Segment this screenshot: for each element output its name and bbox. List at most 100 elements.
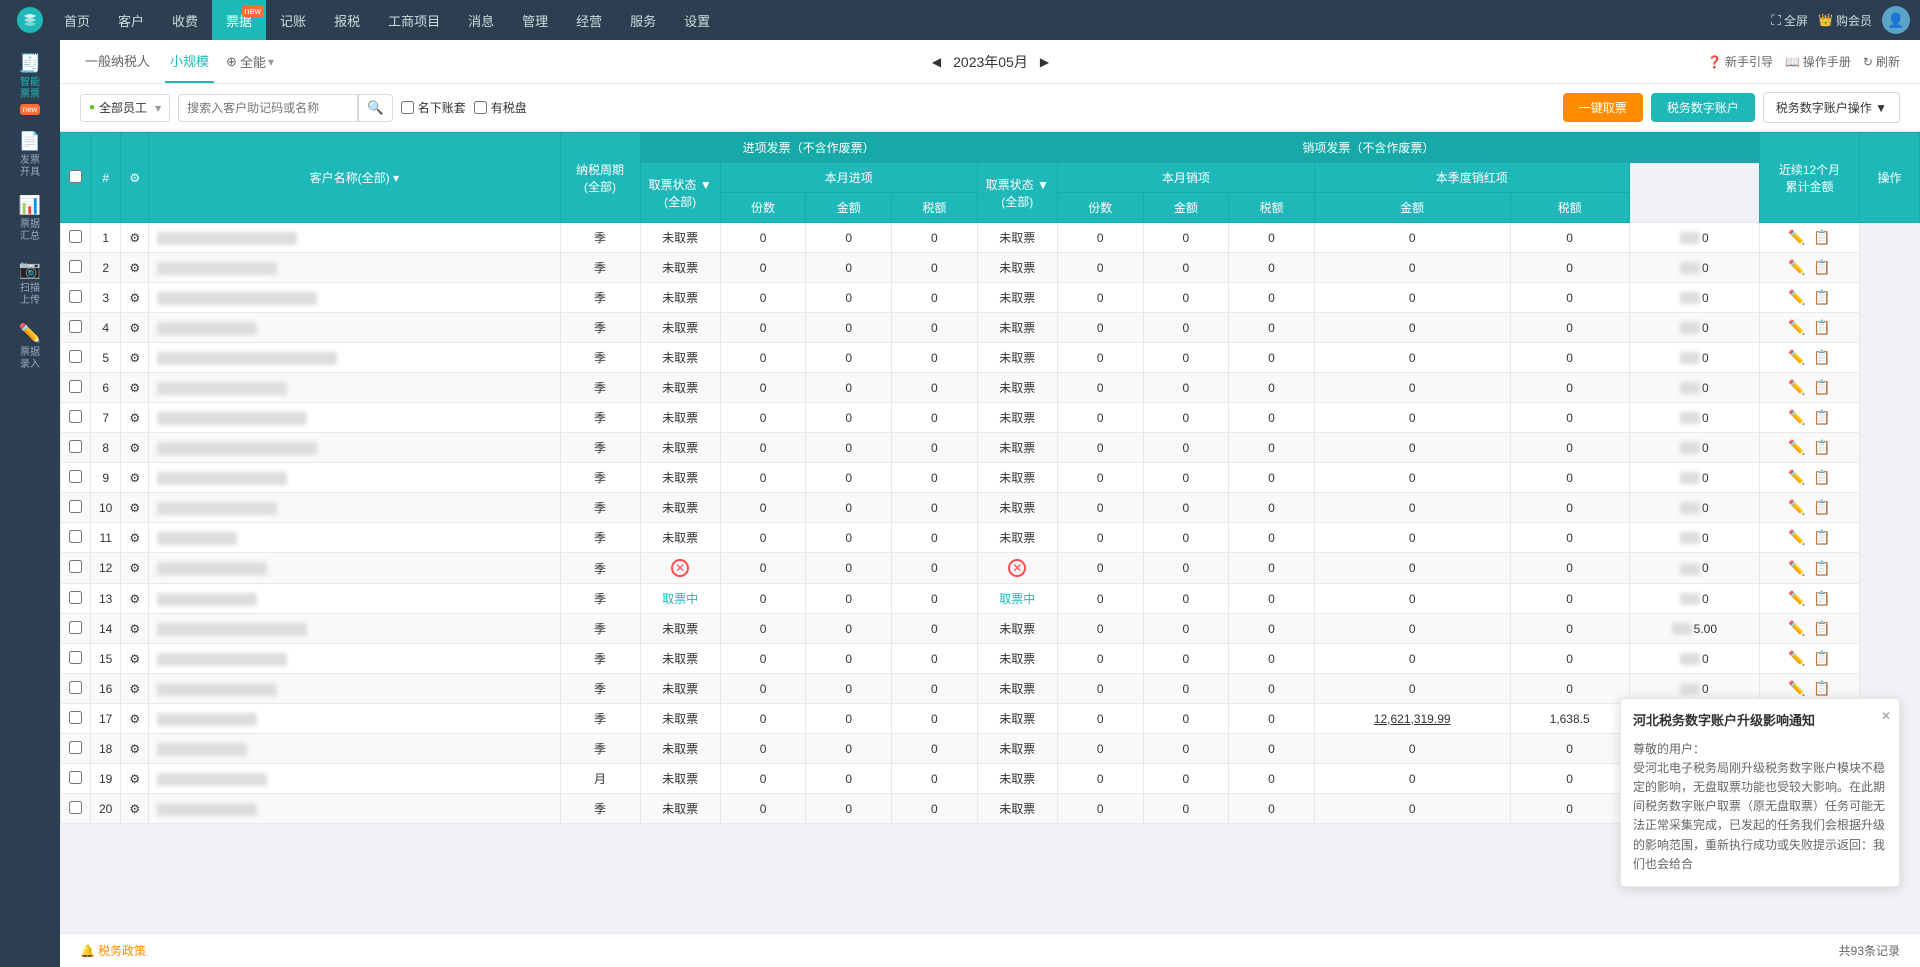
digital-action-btn[interactable]: 税务数字账户操作 ▼ [1763,92,1900,123]
copy-icon[interactable]: 📋 [1813,590,1830,606]
copy-icon[interactable]: 📋 [1813,499,1830,515]
tax-policy-link[interactable]: 🔔 税务政策 [80,942,146,959]
nav-tax[interactable]: 报税 [320,0,374,40]
nav-operation[interactable]: 经营 [562,0,616,40]
nav-customer[interactable]: 客户 [104,0,158,40]
row-checkbox[interactable] [69,230,82,243]
has-tax-checkbox[interactable]: 有税盘 [474,99,527,116]
edit-icon[interactable]: ✏️ [1788,319,1805,335]
tab-all[interactable]: ⊕ 全能 ▾ [226,52,274,71]
select-all-checkbox[interactable] [69,170,82,183]
refresh-btn[interactable]: ↻ 刷新 [1863,53,1900,70]
nav-manage[interactable]: 管理 [508,0,562,40]
copy-icon[interactable]: 📋 [1813,229,1830,245]
copy-icon[interactable]: 📋 [1813,620,1830,636]
nav-home[interactable]: 首页 [50,0,104,40]
row-checkbox[interactable] [69,530,82,543]
row-checkbox[interactable] [69,260,82,273]
edit-icon[interactable]: ✏️ [1788,499,1805,515]
nav-invoice[interactable]: 票据 new [212,0,266,40]
row-checkbox[interactable] [69,801,82,814]
edit-icon[interactable]: ✏️ [1788,529,1805,545]
edit-icon[interactable]: ✏️ [1788,229,1805,245]
copy-icon[interactable]: 📋 [1813,319,1830,335]
one-key-fetch-btn[interactable]: 一键取票 [1563,93,1643,122]
row-checkbox[interactable] [69,470,82,483]
row-checkbox[interactable] [69,290,82,303]
fullscreen-btn[interactable]: ⛶ 全屏 [1771,12,1808,29]
row-checkbox[interactable] [69,651,82,664]
copy-icon[interactable]: 📋 [1813,469,1830,485]
copy-icon[interactable]: 📋 [1813,379,1830,395]
row-checkbox[interactable] [69,440,82,453]
edit-icon[interactable]: ✏️ [1788,650,1805,666]
copy-icon[interactable]: 📋 [1813,259,1830,275]
copy-icon[interactable]: 📋 [1813,529,1830,545]
edit-icon[interactable]: ✏️ [1788,439,1805,455]
error-icon[interactable]: ✕ [671,559,689,577]
row-checkbox[interactable] [69,681,82,694]
row-checkbox[interactable] [69,320,82,333]
edit-icon[interactable]: ✏️ [1788,349,1805,365]
edit-icon[interactable]: ✏️ [1788,620,1805,636]
nav-message[interactable]: 消息 [454,0,508,40]
copy-icon[interactable]: 📋 [1813,680,1830,696]
user-avatar[interactable]: 👤 [1882,6,1910,34]
guide-btn[interactable]: ❓ 新手引导 [1707,53,1773,70]
nav-service[interactable]: 服务 [616,0,670,40]
copy-icon[interactable]: 📋 [1813,650,1830,666]
staff-select[interactable]: ● 全部员工 ▾ [80,94,170,122]
row-checkbox[interactable] [69,741,82,754]
tab-general-taxpayer[interactable]: 一般纳税人 [80,41,155,83]
search-button[interactable]: 🔍 [358,94,393,122]
edit-icon[interactable]: ✏️ [1788,590,1805,606]
row-checkbox[interactable] [69,771,82,784]
edit-icon[interactable]: ✏️ [1788,469,1805,485]
digital-account-btn[interactable]: 税务数字账户 [1651,93,1755,122]
edit-icon[interactable]: ✏️ [1788,560,1805,576]
th-out-status[interactable]: 取票状态 ▼(全部) [977,163,1057,223]
sidebar-item-invoice-entry[interactable]: ✏️ 票据录入 [0,315,60,379]
row-checkbox[interactable] [69,560,82,573]
search-input[interactable] [178,94,358,122]
edit-icon[interactable]: ✏️ [1788,680,1805,696]
row-checkbox[interactable] [69,621,82,634]
name-account-checkbox[interactable]: 名下账套 [401,99,466,116]
row-checkbox[interactable] [69,380,82,393]
edit-icon[interactable]: ✏️ [1788,259,1805,275]
row-checkbox[interactable] [69,711,82,724]
sidebar-item-smart-invoice[interactable]: 🧾 智能票票 new [0,45,60,123]
tab-small-scale[interactable]: 小规模 [165,41,214,83]
edit-icon[interactable]: ✏️ [1788,379,1805,395]
row-checkbox[interactable] [69,410,82,423]
prev-month-btn[interactable]: ◀ [932,55,941,69]
nav-settings[interactable]: 设置 [670,0,724,40]
error-icon[interactable]: ✕ [1008,559,1026,577]
manual-btn[interactable]: 📖 操作手册 [1785,53,1851,70]
next-month-btn[interactable]: ▶ [1040,55,1049,69]
edit-icon[interactable]: ✏️ [1788,409,1805,425]
notification-close-btn[interactable]: ✕ [1881,707,1891,726]
row-ret-tax-cell: 0 [1510,463,1629,493]
row-checkbox[interactable] [69,591,82,604]
copy-icon[interactable]: 📋 [1813,409,1830,425]
copy-icon[interactable]: 📋 [1813,439,1830,455]
th-in-status[interactable]: 取票状态 ▼(全部) [640,163,720,223]
row-out-status-cell: ✕ [977,553,1057,584]
sidebar-item-invoice-open[interactable]: 📄 发票开具 [0,123,60,187]
nav-fee[interactable]: 收费 [158,0,212,40]
copy-icon[interactable]: 📋 [1813,560,1830,576]
th-tax-period[interactable]: 纳税周期(全部) [560,133,640,223]
row-out-count-cell: 0 [1057,373,1143,403]
sidebar-item-scan-upload[interactable]: 📷 扫描上传 [0,251,60,315]
th-customer[interactable]: 客户名称(全部) ▾ [149,133,560,223]
copy-icon[interactable]: 📋 [1813,289,1830,305]
edit-icon[interactable]: ✏️ [1788,289,1805,305]
copy-icon[interactable]: 📋 [1813,349,1830,365]
nav-accounting[interactable]: 记账 [266,0,320,40]
member-btn[interactable]: 👑 购会员 [1818,12,1872,29]
row-checkbox[interactable] [69,350,82,363]
sidebar-item-invoice-summary[interactable]: 📊 票据汇总 [0,187,60,251]
row-checkbox[interactable] [69,500,82,513]
nav-business[interactable]: 工商项目 [374,0,454,40]
